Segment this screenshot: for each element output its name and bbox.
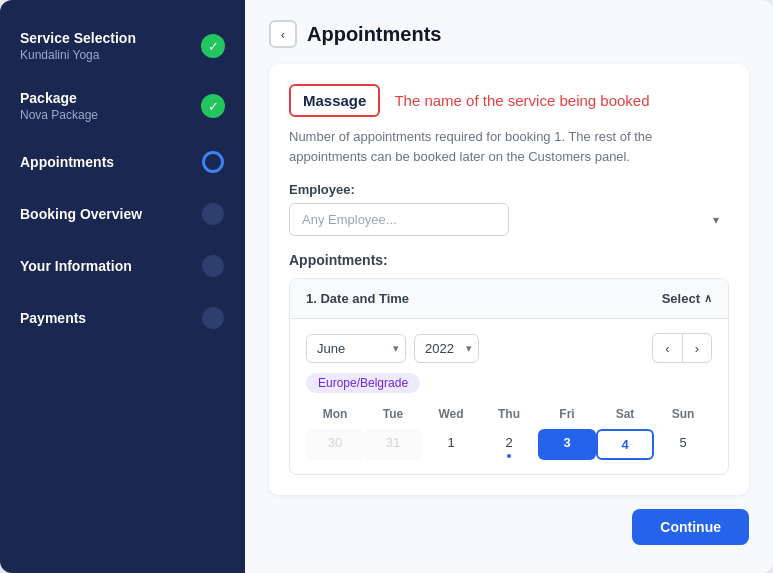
day-name-sat: Sat: [596, 403, 654, 425]
service-hint: The name of the service being booked: [394, 92, 649, 109]
sidebar-item-title-appointments: Appointments: [20, 154, 114, 170]
sidebar-item-title-service-selection: Service Selection: [20, 30, 136, 46]
footer-row: Continue: [269, 495, 749, 545]
cal-day-1[interactable]: 1: [422, 429, 480, 460]
day-name-fri: Fri: [538, 403, 596, 425]
day-name-wed: Wed: [422, 403, 480, 425]
calendar-row-1: 30 31 1 2 3 4 5: [306, 429, 712, 460]
year-select-wrapper: 20202021202220232024: [414, 334, 479, 363]
sidebar-item-subtitle-service-selection: Kundalini Yoga: [20, 48, 136, 62]
sidebar-icon-service-selection: ✓: [201, 34, 225, 58]
check-green-icon: ✓: [201, 94, 225, 118]
service-badge: Massage: [289, 84, 380, 117]
sidebar: Service Selection Kundalini Yoga ✓ Package N…: [0, 0, 245, 573]
calendar-day-names: Mon Tue Wed Thu Fri Sat Sun: [306, 403, 712, 425]
sidebar-item-package[interactable]: Package Nova Package ✓: [0, 76, 245, 136]
sidebar-icon-appointments: [201, 150, 225, 174]
month-select-wrapper: JanuaryFebruaryMarchAprilMayJuneJulyAugu…: [306, 334, 406, 363]
employee-select-arrow: ▾: [713, 213, 719, 227]
sidebar-icon-booking-overview: [201, 202, 225, 226]
cal-day-31-prev[interactable]: 31: [364, 429, 422, 460]
next-month-button[interactable]: ›: [682, 333, 712, 363]
day-name-tue: Tue: [364, 403, 422, 425]
appointments-label: Appointments:: [289, 252, 729, 268]
sidebar-icon-package: ✓: [201, 94, 225, 118]
date-time-title: 1. Date and Time: [306, 291, 409, 306]
continue-button[interactable]: Continue: [632, 509, 749, 545]
sidebar-item-title-your-information: Your Information: [20, 258, 132, 274]
cal-day-2[interactable]: 2: [480, 429, 538, 460]
calendar-body: JanuaryFebruaryMarchAprilMayJuneJulyAugu…: [290, 319, 728, 474]
sidebar-item-booking-overview[interactable]: Booking Overview: [0, 188, 245, 240]
check-green-icon: ✓: [201, 34, 225, 58]
sidebar-icon-payments: [201, 306, 225, 330]
date-time-header: 1. Date and Time Select ∧: [290, 279, 728, 319]
calendar-grid: Mon Tue Wed Thu Fri Sat Sun 30 31 1: [306, 403, 712, 460]
month-select[interactable]: JanuaryFebruaryMarchAprilMayJuneJulyAugu…: [306, 334, 406, 363]
sidebar-item-appointments[interactable]: Appointments: [0, 136, 245, 188]
employee-select[interactable]: Any Employee...: [289, 203, 509, 236]
modal-container: Service Selection Kundalini Yoga ✓ Package N…: [0, 0, 773, 573]
page-title: Appointments: [307, 23, 441, 46]
day-name-thu: Thu: [480, 403, 538, 425]
sidebar-item-title-package: Package: [20, 90, 98, 106]
sidebar-icon-your-information: [201, 254, 225, 278]
cal-day-5[interactable]: 5: [654, 429, 712, 460]
circle-blue-icon: [202, 151, 224, 173]
select-link[interactable]: Select ∧: [662, 291, 712, 306]
calendar-nav-buttons: ‹ ›: [652, 333, 712, 363]
prev-month-button[interactable]: ‹: [652, 333, 682, 363]
chevron-up-icon: ∧: [704, 292, 712, 305]
day-name-mon: Mon: [306, 403, 364, 425]
info-text: Number of appointments required for book…: [289, 127, 729, 166]
circle-dark-icon: [202, 255, 224, 277]
main-content: ‹ Appointments Massage The name of the s…: [245, 0, 773, 573]
cal-day-4[interactable]: 4: [596, 429, 654, 460]
circle-dark-icon: [202, 203, 224, 225]
service-name-row: Massage The name of the service being bo…: [289, 84, 729, 117]
year-select[interactable]: 20202021202220232024: [414, 334, 479, 363]
sidebar-item-service-selection[interactable]: Service Selection Kundalini Yoga ✓: [0, 16, 245, 76]
date-time-card: 1. Date and Time Select ∧ JanuaryFebruar…: [289, 278, 729, 475]
sidebar-item-payments[interactable]: Payments: [0, 292, 245, 344]
employee-label: Employee:: [289, 182, 729, 197]
day-name-sun: Sun: [654, 403, 712, 425]
sidebar-item-title-booking-overview: Booking Overview: [20, 206, 142, 222]
cal-day-3[interactable]: 3: [538, 429, 596, 460]
sidebar-item-title-payments: Payments: [20, 310, 86, 326]
timezone-badge: Europe/Belgrade: [306, 373, 420, 393]
main-header: ‹ Appointments: [269, 20, 749, 48]
cal-day-30-prev[interactable]: 30: [306, 429, 364, 460]
content-card: Massage The name of the service being bo…: [269, 64, 749, 495]
sidebar-item-your-information[interactable]: Your Information: [0, 240, 245, 292]
back-button[interactable]: ‹: [269, 20, 297, 48]
month-year-row: JanuaryFebruaryMarchAprilMayJuneJulyAugu…: [306, 333, 712, 363]
circle-dark-icon: [202, 307, 224, 329]
sidebar-item-subtitle-package: Nova Package: [20, 108, 98, 122]
employee-select-wrapper: Any Employee... ▾: [289, 203, 729, 236]
